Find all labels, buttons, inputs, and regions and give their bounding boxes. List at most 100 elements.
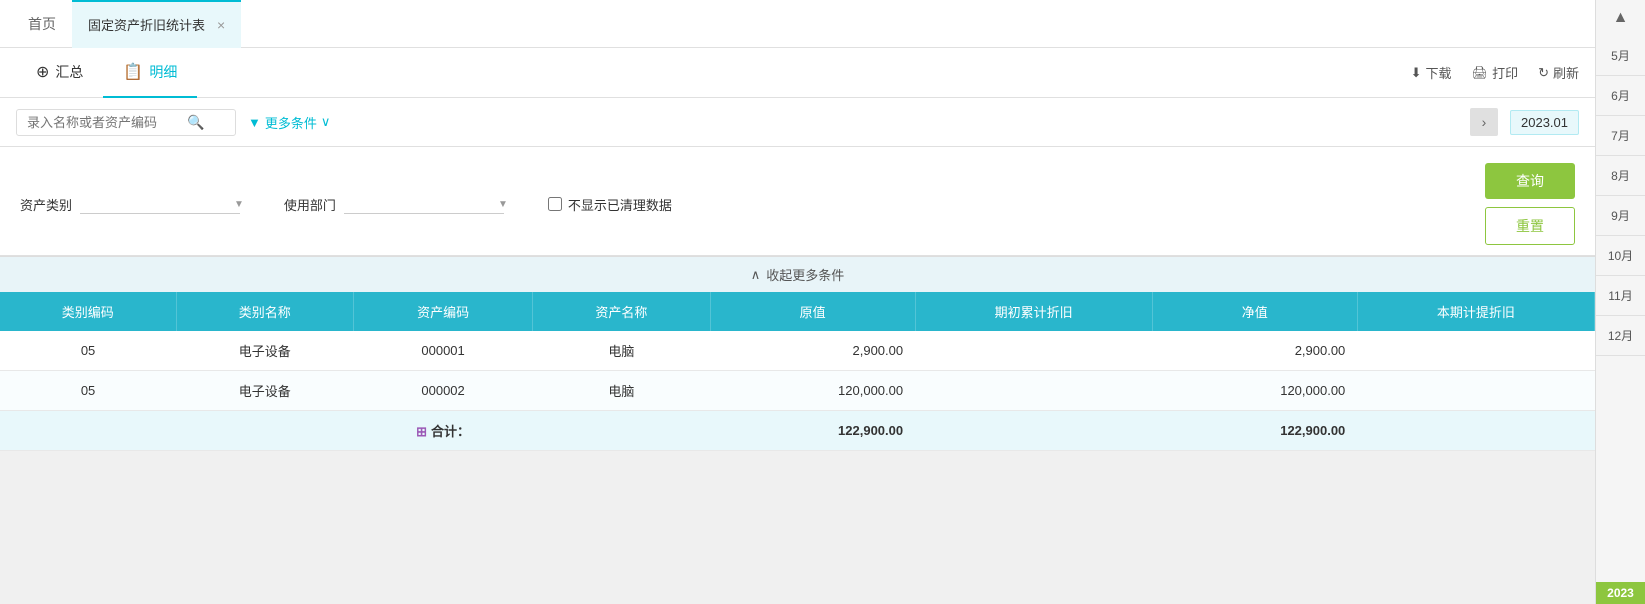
download-label: 下载 [1426,63,1452,82]
total-net-value: 122,900.00 [1152,411,1357,451]
search-icon: 🔍 [187,114,204,131]
arrow-right-icon: › [1482,114,1487,130]
cell-accum-depr [915,371,1152,411]
tab-summary-label: 汇总 [55,62,83,82]
download-button[interactable]: ⬇ 下载 [1411,63,1452,82]
top-navigation: 首页 固定资产折旧统计表 × ✕ [0,0,1645,48]
hide-cleared-checkbox[interactable] [548,197,562,211]
table-row: 05 电子设备 000002 电脑 120,000.00 120,000.00 [0,371,1595,411]
filter-area: 资产类别 ▼ 使用部门 ▼ 不显示已清理数据 查询 重置 [0,147,1595,256]
use-department-select[interactable] [344,194,504,214]
use-department-chevron-icon: ▼ [498,199,508,210]
col-asset-code: 资产编码 [353,292,532,331]
col-original-value: 原值 [710,292,915,331]
year-badge: 2023 [1596,582,1645,604]
home-nav-item[interactable]: 首页 [12,14,72,34]
right-sidebar: ▲ 5月6月7月8月9月10月11月12月 2023 [1595,0,1645,604]
print-button[interactable]: 🖨 打印 [1472,63,1519,82]
print-icon: 🖨 [1472,65,1489,81]
tab-summary[interactable]: ⊕ 汇总 [16,48,103,98]
refresh-label: 刷新 [1553,63,1579,82]
cell-original: 2,900.00 [710,331,915,371]
col-accum-depr: 期初累计折旧 [915,292,1152,331]
sidebar-month-item[interactable]: 6月 [1596,76,1645,116]
total-label: 合计： [431,424,470,439]
sidebar-month-item[interactable]: 11月 [1596,276,1645,316]
cell-cat-code: 05 [0,331,176,371]
cell-asset-code: 000002 [353,371,532,411]
filter-icon: ▼ [248,115,261,130]
asset-category-select[interactable] [80,194,240,214]
use-department-label: 使用部门 [284,195,336,214]
cell-cat-name: 电子设备 [176,331,353,371]
total-row: ⊞ 合计： 122,900.00 122,900.00 [0,411,1595,451]
total-period-depr [1357,411,1594,451]
download-icon: ⬇ [1411,65,1422,81]
toolbar-right: ⬇ 下载 🖨 打印 ↻ 刷新 [1411,63,1579,82]
sidebar-month-item[interactable]: 7月 [1596,116,1645,156]
more-conditions-button[interactable]: ▼ 更多条件 ∨ [248,113,330,132]
tab-detail[interactable]: 📋 明细 [103,48,197,98]
sidebar-month-item[interactable]: 12月 [1596,316,1645,356]
nav-arrow-right-button[interactable]: › [1470,108,1498,136]
total-original: 122,900.00 [710,411,915,451]
asset-category-field: 资产类别 ▼ [20,194,244,214]
tab-close-button[interactable]: × [217,17,225,33]
table-header-row: 类别编码 类别名称 资产编码 资产名称 原值 期初累计折旧 净值 本期计提折旧 [0,292,1595,331]
sidebar-month-item[interactable]: 8月 [1596,156,1645,196]
table-body: 05 电子设备 000001 电脑 2,900.00 2,900.00 05 电… [0,331,1595,451]
total-cell-empty-3 [533,411,710,451]
search-input-wrapper: 🔍 [16,109,236,136]
active-tab[interactable]: 固定资产折旧统计表 × [72,0,241,48]
chevron-down-icon: ∨ [321,114,331,130]
col-asset-name: 资产名称 [533,292,710,331]
refresh-button[interactable]: ↻ 刷新 [1538,63,1579,82]
total-label-cell: ⊞ 合计： [353,411,532,451]
tab-detail-label: 明细 [149,62,177,82]
hide-cleared-label: 不显示已清理数据 [568,195,672,214]
tab-label: 固定资产折旧统计表 [88,15,205,34]
sidebar-scroll-up-button[interactable]: ▲ [1596,0,1645,36]
cell-accum-depr [915,331,1152,371]
total-cell-empty-2 [176,411,353,451]
cell-asset-name: 电脑 [533,371,710,411]
cell-cat-name: 电子设备 [176,371,353,411]
summary-icon: ⊕ [36,62,49,82]
cell-original: 120,000.00 [710,371,915,411]
data-table-container: 类别编码 类别名称 资产编码 资产名称 原值 期初累计折旧 净值 本期计提折旧 … [0,292,1595,451]
total-icon: ⊞ [416,424,427,439]
sidebar-month-item[interactable]: 5月 [1596,36,1645,76]
search-bar: 🔍 ▼ 更多条件 ∨ › 2023.01 [0,98,1595,147]
more-conditions-label: 更多条件 [265,113,317,132]
col-net-value: 净值 [1152,292,1357,331]
collapse-up-icon: ∧ [751,267,761,283]
cell-asset-name: 电脑 [533,331,710,371]
total-accum-depr [915,411,1152,451]
data-table: 类别编码 类别名称 资产编码 资产名称 原值 期初累计折旧 净值 本期计提折旧 … [0,292,1595,451]
use-department-field: 使用部门 ▼ [284,194,508,214]
col-category-name: 类别名称 [176,292,353,331]
hide-cleared-field: 不显示已清理数据 [548,195,672,214]
cell-cat-code: 05 [0,371,176,411]
cell-net-value: 120,000.00 [1152,371,1357,411]
collapse-label: 收起更多条件 [766,265,844,284]
reset-button[interactable]: 重置 [1485,207,1575,245]
filter-row: 资产类别 ▼ 使用部门 ▼ 不显示已清理数据 查询 重置 [20,163,1575,245]
collapse-conditions-button[interactable]: ∧ 收起更多条件 [0,256,1595,292]
filter-buttons: 查询 重置 [1485,163,1575,245]
asset-category-chevron-icon: ▼ [234,199,244,210]
detail-icon: 📋 [123,62,143,82]
table-row: 05 电子设备 000001 电脑 2,900.00 2,900.00 [0,331,1595,371]
query-button[interactable]: 查询 [1485,163,1575,199]
total-cell-empty-1 [0,411,176,451]
main-content: ⊕ 汇总 📋 明细 ⬇ 下载 🖨 打印 ↻ 刷新 🔍 [0,48,1595,451]
search-input[interactable] [27,115,187,130]
date-display: 2023.01 [1510,110,1579,135]
col-period-depr: 本期计提折旧 [1357,292,1594,331]
sidebar-months: 5月6月7月8月9月10月11月12月 [1596,36,1645,356]
col-category-code: 类别编码 [0,292,176,331]
cell-period-depr [1357,371,1594,411]
sidebar-month-item[interactable]: 9月 [1596,196,1645,236]
sidebar-month-item[interactable]: 10月 [1596,236,1645,276]
cell-period-depr [1357,331,1594,371]
